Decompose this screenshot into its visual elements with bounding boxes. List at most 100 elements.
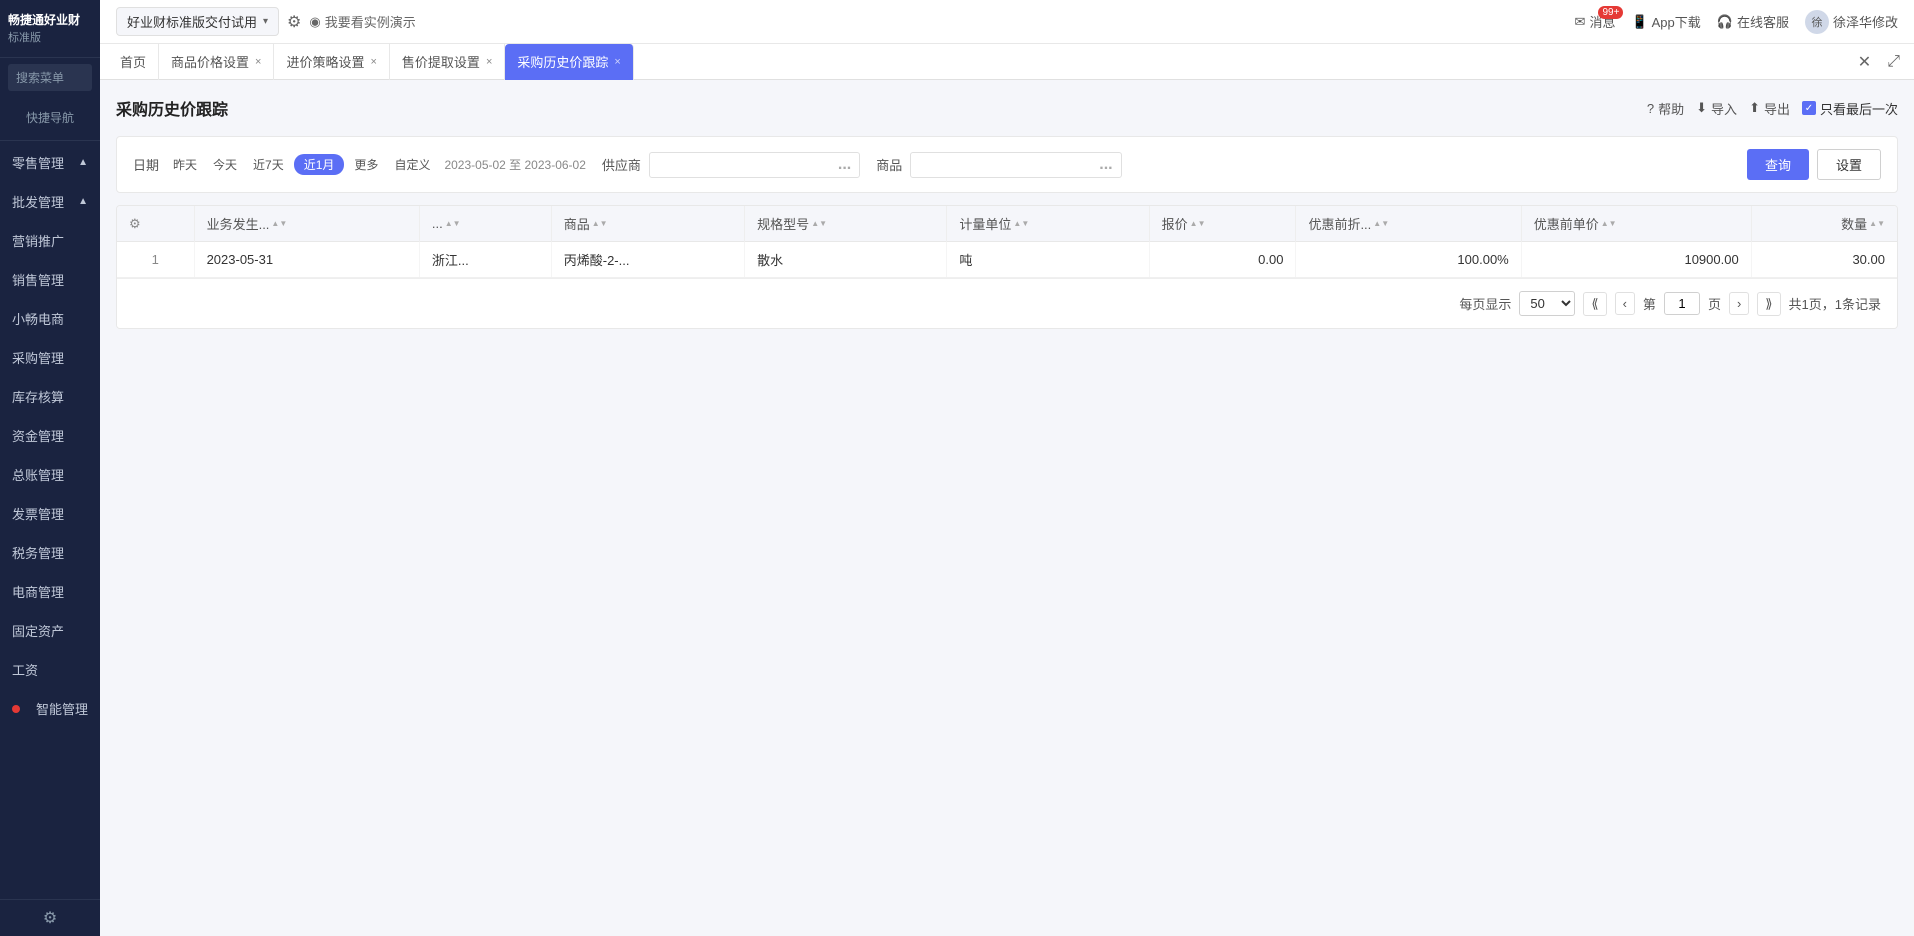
th-discount-sort[interactable]: 优惠前折... ▲▼ (1308, 214, 1389, 233)
date-last7-button[interactable]: 近7天 (247, 154, 290, 175)
query-button[interactable]: 查询 (1747, 149, 1809, 180)
sidebar-item-small-ecommerce[interactable]: 小畅电商 (0, 299, 100, 338)
sidebar-item-smart[interactable]: 智能管理 (0, 689, 100, 728)
sidebar-item-general-ledger[interactable]: 总账管理 (0, 455, 100, 494)
sidebar-search-wrap: 搜索菜单 (0, 58, 100, 97)
only-last-checkbox-label[interactable]: ✓ 只看最后一次 (1802, 99, 1898, 118)
per-page-select[interactable]: 50 10 20 100 (1519, 291, 1575, 316)
app-logo: 畅捷通好业财 标准版 (0, 0, 100, 58)
page-suffix: 页 (1708, 294, 1721, 313)
cell-unit: 吨 (947, 242, 1149, 278)
th-spec-label: 规格型号 (757, 214, 809, 233)
sidebar-item-tax[interactable]: 税务管理 (0, 533, 100, 572)
date-last1month-button[interactable]: 近1月 (294, 154, 345, 175)
tab-purchase-history-close-icon[interactable]: × (614, 56, 620, 68)
date-filter-group: 日期 昨天 今天 近7天 近1月 更多 自定义 2023-05-02 至 202… (133, 154, 586, 175)
sidebar-item-invoice[interactable]: 发票管理 (0, 494, 100, 533)
page-number-input[interactable] (1664, 292, 1700, 315)
th-quantity: 数量 ▲▼ (1751, 206, 1897, 242)
tab-purchase-strategy-close-icon[interactable]: × (370, 56, 376, 68)
date-custom-button[interactable]: 自定义 (388, 154, 436, 175)
page-first-button[interactable]: ⟪ (1583, 292, 1606, 316)
page-header: 采购历史价跟踪 ? 帮助 ⬇ 导入 ⬆ 导出 ✓ 只看最后一次 (116, 96, 1898, 120)
sidebar-item-smart-dot (12, 701, 24, 716)
th-product-sort[interactable]: 商品 ▲▼ (564, 214, 608, 233)
sidebar-item-retail[interactable]: 零售管理 ▲ (0, 143, 100, 182)
tab-price-settings-close-icon[interactable]: × (255, 56, 261, 68)
message-action[interactable]: ✉ 消息 99+ (1575, 12, 1616, 31)
tab-purchase-history[interactable]: 采购历史价跟踪 × (505, 44, 633, 80)
product-filter-label: 商品 (876, 155, 902, 174)
product-input[interactable] (919, 157, 1095, 172)
sidebar-item-retail-label: 零售管理 (12, 153, 64, 172)
product-selector[interactable]: 好业财标准版交付试用 ▾ (116, 7, 279, 36)
th-unit: 计量单位 ▲▼ (947, 206, 1149, 242)
sidebar-search-button[interactable]: 搜索菜单 (8, 64, 92, 91)
sidebar-quicknav-button[interactable]: 快捷导航 (8, 101, 92, 134)
filter-settings-button[interactable]: 设置 (1817, 149, 1881, 180)
th-quantity-sort[interactable]: 数量 ▲▼ (1841, 214, 1885, 233)
product-dots-button[interactable]: ... (1099, 156, 1112, 174)
sidebar-item-finance[interactable]: 资金管理 (0, 416, 100, 455)
sidebar-item-payroll[interactable]: 工资 (0, 650, 100, 689)
th-date-label: 业务发生... (207, 214, 270, 233)
header-settings-button[interactable]: ⚙ (287, 12, 301, 32)
only-last-label: 只看最后一次 (1820, 99, 1898, 118)
sort-arrows-product: ▲▼ (592, 220, 608, 228)
th-quoted-price-sort[interactable]: 报价 ▲▼ (1162, 214, 1206, 233)
sidebar-item-smart-label: 智能管理 (36, 699, 88, 718)
sidebar-item-fixed-assets-label: 固定资产 (12, 621, 64, 640)
data-table: ⚙ 业务发生... ▲▼ ... ▲▼ (117, 206, 1897, 278)
filter-panel: 日期 昨天 今天 近7天 近1月 更多 自定义 2023-05-02 至 202… (116, 136, 1898, 193)
th-discount-label: 优惠前折... (1308, 214, 1371, 233)
sort-arrows-date: ▲▼ (271, 220, 287, 228)
app-download-action[interactable]: 📱 App下载 (1631, 12, 1700, 31)
date-filter-label: 日期 (133, 155, 159, 174)
table-gear-icon[interactable]: ⚙ (129, 216, 141, 231)
tab-purchase-strategy[interactable]: 进价策略设置 × (274, 44, 389, 80)
sort-arrows-ellipsis: ▲▼ (445, 220, 461, 228)
cell-pre-discount-price: 10900.00 (1521, 242, 1751, 278)
supplier-input[interactable] (658, 157, 834, 172)
tab-home[interactable]: 首页 (108, 44, 159, 80)
sidebar-item-wholesale[interactable]: 批发管理 ▲ (0, 182, 100, 221)
sidebar-item-inventory[interactable]: 库存核算 (0, 377, 100, 416)
page-prev-button[interactable]: ‹ (1615, 292, 1635, 315)
sidebar-item-fixed-assets[interactable]: 固定资产 (0, 611, 100, 650)
th-quoted-price: 报价 ▲▼ (1149, 206, 1296, 242)
online-service-action[interactable]: 🎧 在线客服 (1717, 12, 1789, 31)
supplier-dots-button[interactable]: ... (838, 156, 851, 174)
page-next-button[interactable]: › (1729, 292, 1749, 315)
sidebar-item-retail-arrow: ▲ (78, 157, 88, 168)
import-button[interactable]: ⬇ 导入 (1696, 99, 1737, 118)
tab-bar: 首页 商品价格设置 × 进价策略设置 × 售价提取设置 × 采购历史价跟踪 × … (100, 44, 1914, 80)
sidebar-item-marketing[interactable]: 营销推广 (0, 221, 100, 260)
page-last-button[interactable]: ⟫ (1757, 292, 1780, 316)
th-pre-discount-price-sort[interactable]: 优惠前单价 ▲▼ (1534, 214, 1617, 233)
user-info[interactable]: 徐 徐泽华修改 (1805, 10, 1898, 34)
sidebar-item-ecommerce[interactable]: 电商管理 (0, 572, 100, 611)
tab-close-window-button[interactable]: ✕ (1852, 50, 1877, 74)
tab-expand-button[interactable]: ⤢ (1881, 51, 1906, 73)
th-ellipsis-sort[interactable]: ... ▲▼ (432, 216, 461, 231)
sidebar-settings-button[interactable]: ⚙ (43, 908, 57, 928)
th-unit-sort[interactable]: 计量单位 ▲▼ (959, 214, 1029, 233)
sidebar-item-wholesale-label: 批发管理 (12, 192, 64, 211)
table-row[interactable]: 1 2023-05-31 浙江... 丙烯酸-2-... 散水 吨 0.00 1… (117, 242, 1897, 278)
tab-price-settings[interactable]: 商品价格设置 × (159, 44, 274, 80)
help-button[interactable]: ? 帮助 (1647, 99, 1684, 118)
tab-sale-price[interactable]: 售价提取设置 × (390, 44, 505, 80)
logo-sub: 标准版 (8, 29, 92, 45)
date-today-button[interactable]: 今天 (207, 154, 243, 175)
th-date-sort[interactable]: 业务发生... ▲▼ (207, 214, 288, 233)
sidebar-item-purchase[interactable]: 采购管理 (0, 338, 100, 377)
date-yesterday-button[interactable]: 昨天 (167, 154, 203, 175)
tab-sale-price-close-icon[interactable]: × (486, 56, 492, 68)
date-more-button[interactable]: 更多 (348, 154, 384, 175)
cell-discount: 100.00% (1296, 242, 1521, 278)
th-spec-sort[interactable]: 规格型号 ▲▼ (757, 214, 827, 233)
sidebar-item-sales[interactable]: 销售管理 (0, 260, 100, 299)
demo-button[interactable]: ◉ 我要看实例演示 (309, 12, 415, 31)
export-button[interactable]: ⬆ 导出 (1749, 99, 1790, 118)
app-download-label: App下载 (1652, 12, 1701, 31)
